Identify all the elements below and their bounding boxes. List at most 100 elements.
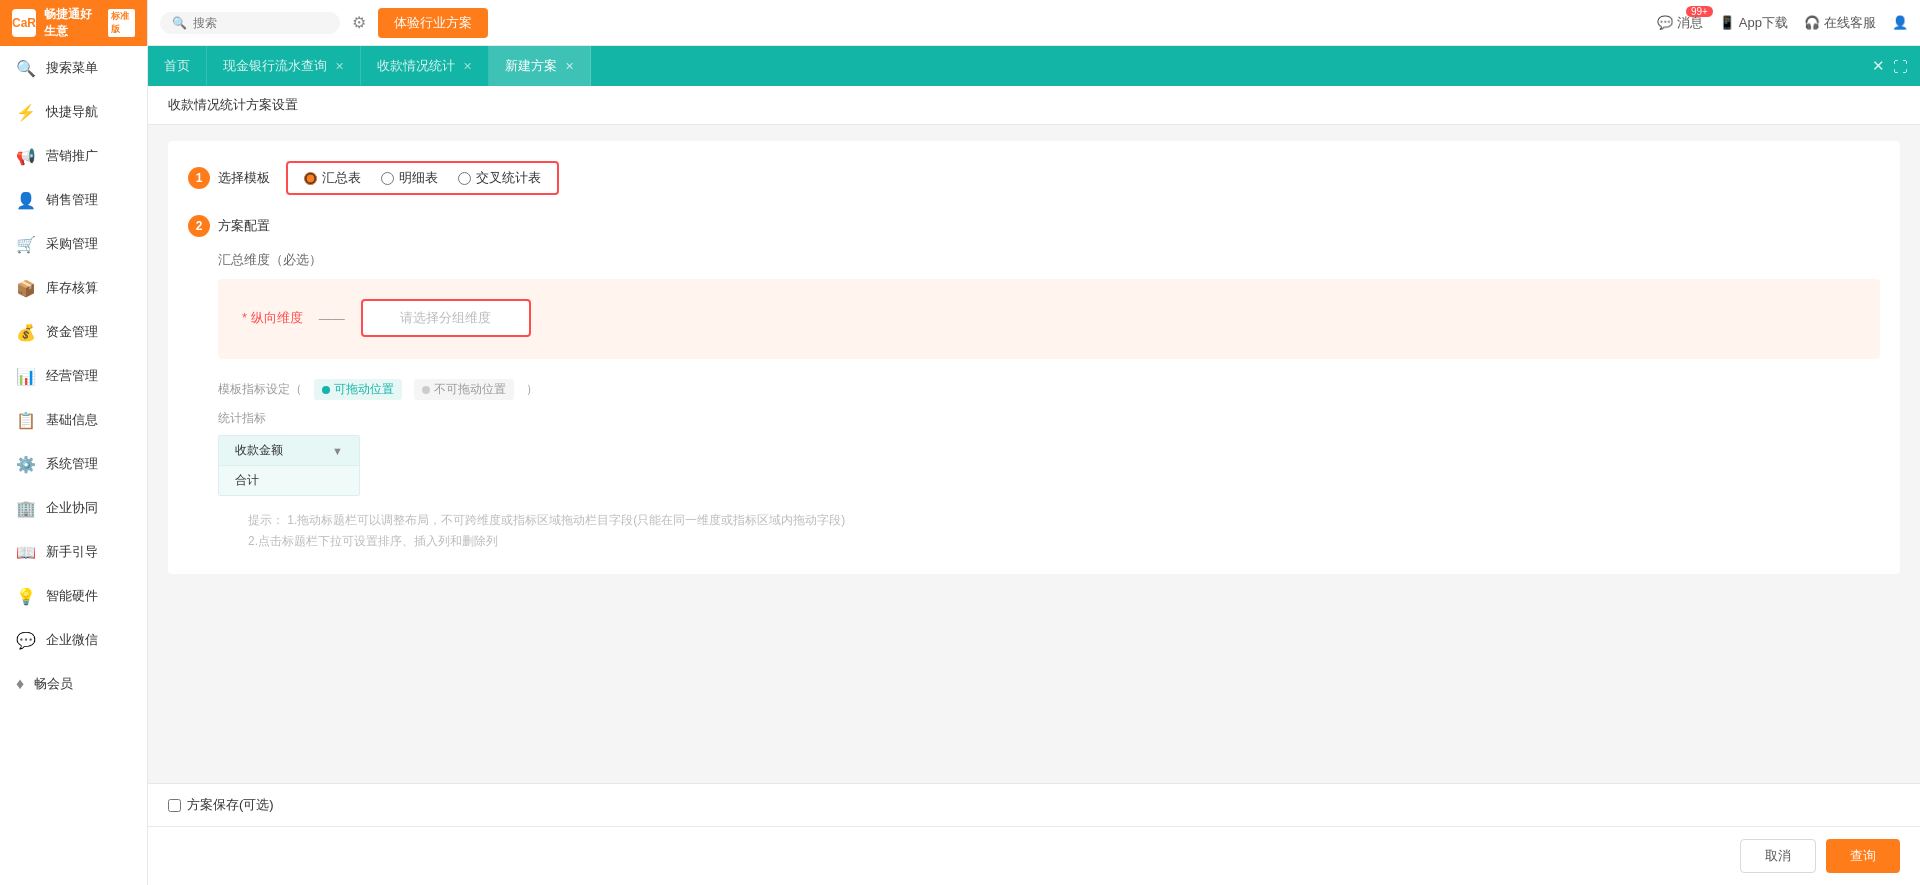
tab-close-all-icon[interactable]: ✕ bbox=[1872, 57, 1885, 75]
collab-icon: 🏢 bbox=[16, 499, 36, 518]
non-draggable-label: 不可拖动位置 bbox=[434, 381, 506, 398]
vertical-dim-label: * 纵向维度 bbox=[242, 309, 303, 327]
logo-icon: CaR bbox=[12, 9, 36, 37]
sidebar-item-marketing[interactable]: 📢 营销推广 bbox=[0, 134, 147, 178]
radio-summary[interactable] bbox=[304, 172, 317, 185]
wechat-icon: 💬 bbox=[16, 631, 36, 650]
tab-collection[interactable]: 收款情况统计 ✕ bbox=[361, 46, 489, 86]
tab-new-plan-label: 新建方案 bbox=[505, 57, 557, 75]
download-icon: 📱 bbox=[1719, 15, 1735, 30]
sidebar-item-nav[interactable]: ⚡ 快捷导航 bbox=[0, 90, 147, 134]
sidebar-item-sales[interactable]: 👤 销售管理 bbox=[0, 178, 147, 222]
search-icon: 🔍 bbox=[16, 59, 36, 78]
metrics-label-row: 模板指标设定（ 可拖动位置 不可拖动位置 ） bbox=[218, 379, 1880, 400]
message-btn[interactable]: 💬 消息 99+ bbox=[1657, 14, 1703, 32]
tab-home[interactable]: 首页 bbox=[148, 46, 207, 86]
tab-new-plan[interactable]: 新建方案 ✕ bbox=[489, 46, 591, 86]
sidebar-logo: CaR 畅捷通好生意 标准版 bbox=[0, 0, 147, 46]
industry-btn[interactable]: 体验行业方案 bbox=[378, 8, 488, 38]
option-detail[interactable]: 明细表 bbox=[381, 169, 438, 187]
dimension-area: * 纵向维度 —— 请选择分组维度 bbox=[218, 279, 1880, 359]
sidebar-label-purchase: 采购管理 bbox=[46, 235, 98, 253]
sidebar-item-search[interactable]: 🔍 搜索菜单 bbox=[0, 46, 147, 90]
option-detail-label: 明细表 bbox=[399, 169, 438, 187]
tips-section: 提示： 1.拖动标题栏可以调整布局，不可跨维度或指标区域拖动栏目字段(只能在同一… bbox=[248, 512, 1880, 550]
settings-icon[interactable]: ⚙ bbox=[352, 13, 366, 32]
sidebar-item-basic[interactable]: 📋 基础信息 bbox=[0, 398, 147, 442]
tab-cash-flow-close[interactable]: ✕ bbox=[335, 60, 344, 73]
dim-arrow: —— bbox=[319, 311, 345, 326]
metrics-header[interactable]: 收款金额 ▼ bbox=[219, 436, 359, 465]
sidebar-item-guide[interactable]: 📖 新手引导 bbox=[0, 530, 147, 574]
tab-new-plan-close[interactable]: ✕ bbox=[565, 60, 574, 73]
tab-expand-icon[interactable]: ⛶ bbox=[1893, 58, 1908, 75]
option-cross[interactable]: 交叉统计表 bbox=[458, 169, 541, 187]
step1-badge: 1 bbox=[188, 167, 210, 189]
option-summary-label: 汇总表 bbox=[322, 169, 361, 187]
sidebar-item-purchase[interactable]: 🛒 采购管理 bbox=[0, 222, 147, 266]
draggable-dot bbox=[322, 386, 330, 394]
tab-collection-label: 收款情况统计 bbox=[377, 57, 455, 75]
app-download-btn[interactable]: 📱 App下载 bbox=[1719, 14, 1788, 32]
system-icon: ⚙️ bbox=[16, 455, 36, 474]
search-input[interactable] bbox=[193, 16, 313, 30]
content-header: 收款情况统计方案设置 bbox=[148, 86, 1920, 125]
sidebar-item-inventory[interactable]: 📦 库存核算 bbox=[0, 266, 147, 310]
nav-icon: ⚡ bbox=[16, 103, 36, 122]
inventory-icon: 📦 bbox=[16, 279, 36, 298]
step2-section: 2 方案配置 汇总维度（必选） * 纵向维度 —— 请选择分组维度 bbox=[188, 215, 1880, 550]
sidebar-label-search: 搜索菜单 bbox=[46, 59, 98, 77]
main-card: 1 选择模板 汇总表 明细表 交叉统计表 bbox=[168, 141, 1900, 574]
operations-icon: 📊 bbox=[16, 367, 36, 386]
option-summary[interactable]: 汇总表 bbox=[304, 169, 361, 187]
save-checkbox-label[interactable]: 方案保存(可选) bbox=[168, 796, 274, 814]
radio-detail[interactable] bbox=[381, 172, 394, 185]
sidebar-label-basic: 基础信息 bbox=[46, 411, 98, 429]
online-service-label: 在线客服 bbox=[1824, 14, 1876, 32]
sidebar: CaR 畅捷通好生意 标准版 🔍 搜索菜单 ⚡ 快捷导航 📢 营销推广 👤 销售… bbox=[0, 0, 148, 885]
sidebar-item-hardware[interactable]: 💡 智能硬件 bbox=[0, 574, 147, 618]
metrics-table: 收款金额 ▼ 合计 bbox=[218, 435, 360, 496]
search-icon-top: 🔍 bbox=[172, 16, 187, 30]
step2-title-row: 2 方案配置 bbox=[188, 215, 1880, 237]
bottom-section: 方案保存(可选) bbox=[148, 783, 1920, 826]
step2-title: 方案配置 bbox=[218, 217, 270, 235]
sidebar-item-operations[interactable]: 📊 经营管理 bbox=[0, 354, 147, 398]
tab-collection-close[interactable]: ✕ bbox=[463, 60, 472, 73]
sidebar-item-finance[interactable]: 💰 资金管理 bbox=[0, 310, 147, 354]
content-body: 1 选择模板 汇总表 明细表 交叉统计表 bbox=[148, 125, 1920, 783]
sidebar-item-system[interactable]: ⚙️ 系统管理 bbox=[0, 442, 147, 486]
sidebar-label-system: 系统管理 bbox=[46, 455, 98, 473]
search-box[interactable]: 🔍 bbox=[160, 12, 340, 34]
metrics-section: 模板指标设定（ 可拖动位置 不可拖动位置 ） 统计指标 bbox=[218, 379, 1880, 550]
save-checkbox[interactable] bbox=[168, 799, 181, 812]
purchase-icon: 🛒 bbox=[16, 235, 36, 254]
query-button[interactable]: 查询 bbox=[1826, 839, 1900, 873]
tip2: 2.点击标题栏下拉可设置排序、插入列和删除列 bbox=[248, 533, 1880, 550]
radio-cross[interactable] bbox=[458, 172, 471, 185]
draggable-badge: 可拖动位置 bbox=[314, 379, 402, 400]
non-draggable-badge: 不可拖动位置 bbox=[414, 379, 514, 400]
dim-row: * 纵向维度 —— 请选择分组维度 bbox=[242, 299, 1856, 337]
dim-select-box[interactable]: 请选择分组维度 bbox=[361, 299, 531, 337]
cancel-button[interactable]: 取消 bbox=[1740, 839, 1816, 873]
sidebar-item-collab[interactable]: 🏢 企业协同 bbox=[0, 486, 147, 530]
sidebar-label-inventory: 库存核算 bbox=[46, 279, 98, 297]
sidebar-label-operations: 经营管理 bbox=[46, 367, 98, 385]
message-badge: 99+ bbox=[1686, 6, 1713, 17]
app-edition: 标准版 bbox=[108, 9, 135, 37]
sidebar-label-finance: 资金管理 bbox=[46, 323, 98, 341]
template-options: 汇总表 明细表 交叉统计表 bbox=[286, 161, 559, 195]
tab-cash-flow[interactable]: 现金银行流水查询 ✕ bbox=[207, 46, 361, 86]
sidebar-label-nav: 快捷导航 bbox=[46, 103, 98, 121]
sidebar-label-sales: 销售管理 bbox=[46, 191, 98, 209]
online-service-btn[interactable]: 🎧 在线客服 bbox=[1804, 14, 1876, 32]
basic-icon: 📋 bbox=[16, 411, 36, 430]
logo-text: CaR bbox=[12, 16, 36, 30]
sidebar-item-wechat[interactable]: 💬 企业微信 bbox=[0, 618, 147, 662]
member-icon: ♦ bbox=[16, 675, 24, 693]
sidebar-item-member[interactable]: ♦ 畅会员 bbox=[0, 662, 147, 706]
marketing-icon: 📢 bbox=[16, 147, 36, 166]
user-avatar[interactable]: 👤 bbox=[1892, 15, 1908, 30]
message-icon: 💬 bbox=[1657, 15, 1673, 30]
